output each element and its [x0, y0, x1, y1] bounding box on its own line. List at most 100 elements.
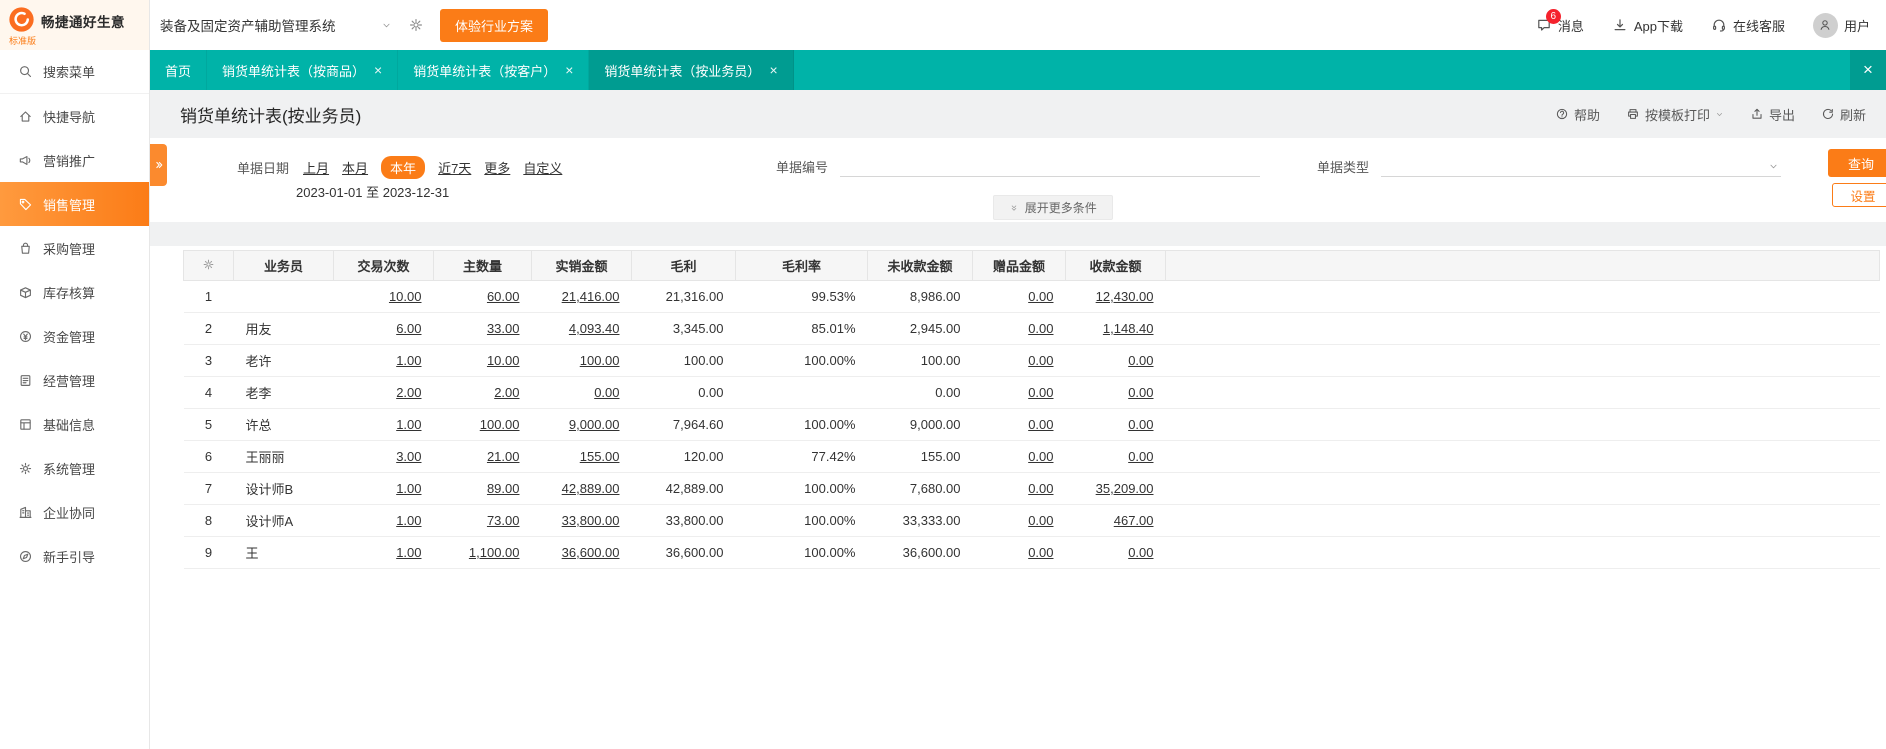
drilldown-link-cell[interactable]: 21.00: [433, 440, 532, 473]
drilldown-link-cell[interactable]: 10.00: [333, 280, 434, 313]
query-button[interactable]: 查询: [1828, 149, 1886, 177]
drilldown-link-cell[interactable]: 0.00: [1065, 376, 1166, 409]
tab-close-icon[interactable]: ×: [565, 62, 573, 78]
sidebar-item-funds[interactable]: 资金管理: [0, 314, 149, 358]
sidebar-item-collab[interactable]: 企业协同: [0, 490, 149, 534]
drilldown-link-cell[interactable]: 0.00: [972, 440, 1066, 473]
tab-report-2[interactable]: 销货单统计表（按客户） ×: [398, 50, 590, 90]
column-header[interactable]: 毛利: [631, 250, 736, 281]
date-option-selected[interactable]: 本年: [381, 156, 426, 179]
drilldown-link-cell[interactable]: 10.00: [433, 344, 532, 377]
date-option[interactable]: 自定义: [523, 158, 562, 177]
drilldown-link-cell[interactable]: 1,148.40: [1065, 312, 1166, 345]
filter-settings-button[interactable]: 设置: [1832, 183, 1886, 207]
drilldown-link-cell[interactable]: 0.00: [972, 408, 1066, 441]
drilldown-link-cell[interactable]: 9,000.00: [531, 408, 632, 441]
column-header[interactable]: 毛利率: [735, 250, 868, 281]
gear-icon[interactable]: [408, 17, 424, 33]
expand-more-button[interactable]: 展开更多条件: [992, 195, 1113, 220]
drilldown-link-cell[interactable]: 89.00: [433, 472, 532, 505]
drilldown-link-cell[interactable]: 1,100.00: [433, 536, 532, 569]
date-quick-options: 上月 本月 本年 近7天 更多 自定义: [303, 156, 562, 179]
drilldown-link-cell[interactable]: 155.00: [531, 440, 632, 473]
date-range-value[interactable]: 2023-01-01 至 2023-12-31: [296, 182, 449, 201]
toolbar-refresh-button[interactable]: 刷新: [1821, 105, 1866, 124]
drilldown-link-cell[interactable]: 0.00: [972, 280, 1066, 313]
column-header[interactable]: 业务员: [233, 250, 334, 281]
drilldown-link-cell[interactable]: 0.00: [1065, 536, 1166, 569]
sidebar-item-purchase[interactable]: 采购管理: [0, 226, 149, 270]
app-download-button[interactable]: App下载: [1612, 16, 1683, 35]
drilldown-link-cell[interactable]: 4,093.40: [531, 312, 632, 345]
tab-close-icon[interactable]: ×: [769, 62, 777, 78]
industry-solution-button[interactable]: 体验行业方案: [440, 8, 549, 42]
drilldown-link-cell[interactable]: 1.00: [333, 504, 434, 537]
drilldown-link-cell[interactable]: 0.00: [972, 472, 1066, 505]
date-option[interactable]: 本月: [342, 158, 368, 177]
drilldown-link-cell[interactable]: 36,600.00: [531, 536, 632, 569]
date-option[interactable]: 近7天: [438, 158, 471, 177]
drilldown-link-cell[interactable]: 6.00: [333, 312, 434, 345]
column-header[interactable]: 交易次数: [333, 250, 434, 281]
drilldown-link-cell[interactable]: 100.00: [531, 344, 632, 377]
drilldown-link-cell[interactable]: 100.00: [433, 408, 532, 441]
sidebar-item-sales[interactable]: 销售管理: [0, 182, 149, 226]
drilldown-link-cell[interactable]: 0.00: [972, 504, 1066, 537]
drilldown-link-cell[interactable]: 2.00: [433, 376, 532, 409]
column-header[interactable]: 主数量: [433, 250, 532, 281]
drilldown-link-cell[interactable]: 35,209.00: [1065, 472, 1166, 505]
drilldown-link-cell[interactable]: 0.00: [1065, 440, 1166, 473]
drilldown-link-cell[interactable]: 0.00: [972, 312, 1066, 345]
column-header[interactable]: 未收款金额: [867, 250, 973, 281]
sidebar-item-basicinfo[interactable]: 基础信息: [0, 402, 149, 446]
drilldown-link-cell[interactable]: 0.00: [972, 344, 1066, 377]
column-header[interactable]: 赠品金额: [972, 250, 1066, 281]
drilldown-link-cell[interactable]: 0.00: [1065, 408, 1166, 441]
tab-report-3[interactable]: 销货单统计表（按业务员） ×: [589, 50, 794, 90]
toolbar-printer-button[interactable]: 按模板打印: [1626, 105, 1724, 124]
date-option[interactable]: 上月: [303, 158, 329, 177]
sidebar-item-nav[interactable]: 快捷导航: [0, 94, 149, 138]
toolbar-help-button[interactable]: 帮助: [1555, 105, 1600, 124]
drilldown-link-cell[interactable]: 467.00: [1065, 504, 1166, 537]
drilldown-link-cell[interactable]: 0.00: [1065, 344, 1166, 377]
drilldown-link-cell[interactable]: 33.00: [433, 312, 532, 345]
drilldown-link-cell[interactable]: 73.00: [433, 504, 532, 537]
drilldown-link-cell[interactable]: 0.00: [531, 376, 632, 409]
column-header[interactable]: 收款金额: [1065, 250, 1166, 281]
tab-report-1[interactable]: 销货单统计表（按商品） ×: [207, 50, 399, 90]
sidebar-item-guide[interactable]: 新手引导: [0, 534, 149, 578]
close-all-tabs-button[interactable]: ×: [1850, 50, 1886, 90]
drilldown-link-cell[interactable]: 3.00: [333, 440, 434, 473]
drilldown-link-cell[interactable]: 0.00: [972, 536, 1066, 569]
drilldown-link-cell[interactable]: 1.00: [333, 408, 434, 441]
sidebar-item-system[interactable]: 系统管理: [0, 446, 149, 490]
drilldown-link-cell[interactable]: 1.00: [333, 472, 434, 505]
doc-type-select[interactable]: [1381, 156, 1782, 177]
drilldown-link-cell[interactable]: 1.00: [333, 536, 434, 569]
drilldown-link-cell[interactable]: 0.00: [972, 376, 1066, 409]
system-dropdown[interactable]: 装备及固定资产辅助管理系统: [160, 15, 392, 35]
column-header[interactable]: 实销金额: [531, 250, 632, 281]
sidebar-item-operation[interactable]: 经营管理: [0, 358, 149, 402]
drilldown-link-cell[interactable]: 12,430.00: [1065, 280, 1166, 313]
drilldown-link-cell[interactable]: 60.00: [433, 280, 532, 313]
sidebar-item-promo[interactable]: 营销推广: [0, 138, 149, 182]
column-settings-button[interactable]: [183, 250, 234, 281]
drilldown-link-cell[interactable]: 2.00: [333, 376, 434, 409]
sidebar-item-search[interactable]: 搜索菜单: [0, 50, 149, 94]
user-menu[interactable]: 用户: [1812, 12, 1870, 38]
collapse-filter-button[interactable]: [150, 144, 167, 186]
drilldown-link-cell[interactable]: 1.00: [333, 344, 434, 377]
date-option[interactable]: 更多: [484, 158, 510, 177]
drilldown-link-cell[interactable]: 21,416.00: [531, 280, 632, 313]
drilldown-link-cell[interactable]: 42,889.00: [531, 472, 632, 505]
doc-no-input[interactable]: [840, 156, 1261, 177]
online-service-button[interactable]: 在线客服: [1711, 16, 1785, 35]
tab-close-icon[interactable]: ×: [374, 62, 382, 78]
toolbar-export-button[interactable]: 导出: [1750, 105, 1795, 124]
drilldown-link-cell[interactable]: 33,800.00: [531, 504, 632, 537]
tab-home[interactable]: 首页: [150, 50, 208, 90]
sidebar-item-inventory[interactable]: 库存核算: [0, 270, 149, 314]
messages-button[interactable]: 6 消息: [1536, 9, 1584, 35]
